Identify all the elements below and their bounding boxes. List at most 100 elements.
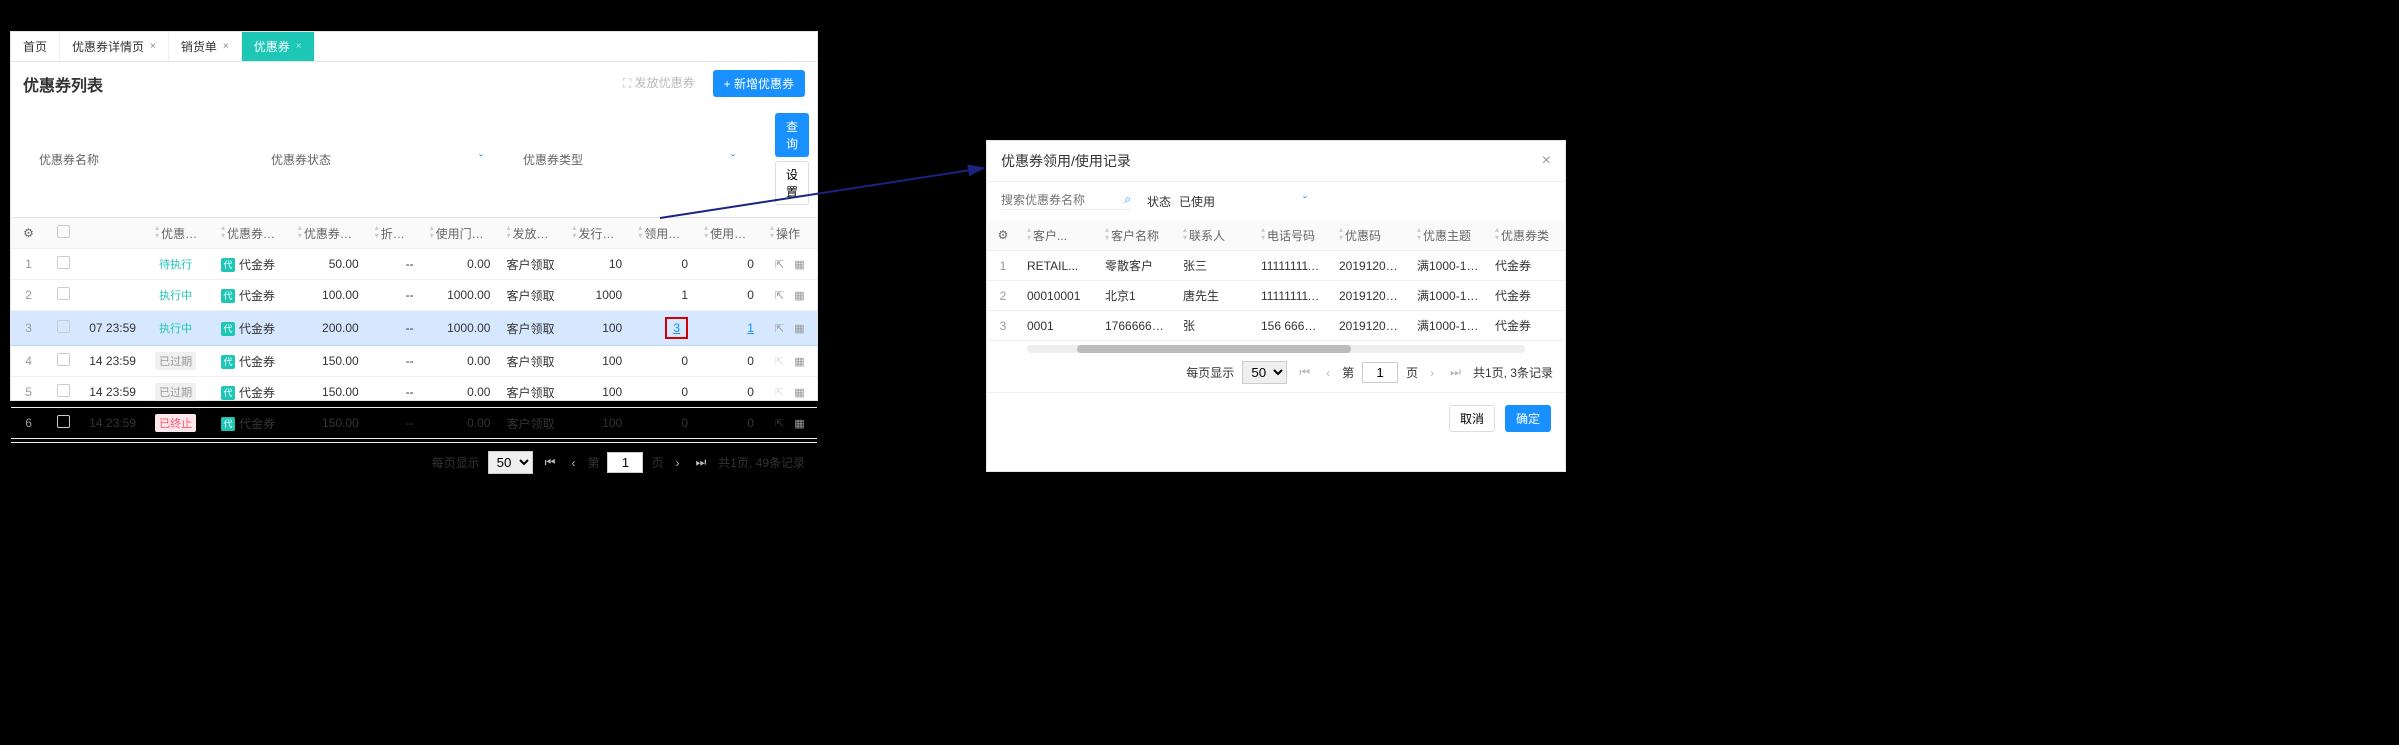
col-header[interactable]: ▴▾使用数量 bbox=[696, 218, 762, 249]
filter-status-select[interactable]: ˇ bbox=[343, 152, 483, 166]
row-checkbox[interactable] bbox=[46, 377, 81, 408]
col-header[interactable]: ▴▾发放方式 bbox=[498, 218, 564, 249]
row-checkbox[interactable] bbox=[46, 280, 81, 311]
row-checkbox[interactable] bbox=[46, 346, 81, 377]
pager-next-icon[interactable]: › bbox=[671, 456, 683, 470]
search-icon[interactable]: ⌕ bbox=[1124, 192, 1131, 207]
confirm-button[interactable]: 确定 bbox=[1505, 405, 1551, 432]
checkbox-header[interactable] bbox=[46, 218, 81, 249]
sort-icon[interactable]: ▴▾ bbox=[298, 224, 302, 240]
col-header[interactable]: ▴▾客户名称 bbox=[1097, 220, 1175, 251]
tab-优惠券[interactable]: 优惠券× bbox=[242, 32, 315, 61]
sort-icon[interactable]: ▴▾ bbox=[1339, 226, 1343, 242]
col-header[interactable]: ▴▾电话号码 bbox=[1253, 220, 1331, 251]
close-icon[interactable]: × bbox=[1542, 152, 1551, 170]
sort-icon[interactable]: ▴▾ bbox=[1417, 226, 1421, 242]
claimed-link[interactable]: 3 bbox=[673, 321, 680, 335]
sort-icon[interactable]: ▴▾ bbox=[430, 224, 434, 240]
settings-button[interactable]: 设置 bbox=[775, 161, 809, 205]
row-checkbox[interactable] bbox=[46, 408, 81, 439]
sort-icon[interactable]: ▴▾ bbox=[1495, 226, 1499, 242]
table-row[interactable]: 614 23:59已终止代代金券150.00--0.00客户领取10000⇱▦ bbox=[11, 408, 817, 439]
dialog-page-input[interactable] bbox=[1362, 362, 1398, 383]
filter-name-input[interactable] bbox=[111, 151, 231, 167]
col-header[interactable]: ▴▾客户... bbox=[1019, 220, 1097, 251]
qrcode-icon[interactable]: ▦ bbox=[792, 385, 806, 399]
tab-销货单[interactable]: 销货单× bbox=[169, 32, 242, 61]
table-row[interactable]: 1待执行代代金券50.00--0.00客户领取1000⇱▦ bbox=[11, 249, 817, 280]
voucher-icon: 代 bbox=[221, 386, 235, 400]
col-header[interactable]: ▴▾优惠券类 bbox=[1487, 220, 1565, 251]
col-header[interactable]: ▴▾折扣% bbox=[367, 218, 422, 249]
qrcode-icon[interactable]: ▦ bbox=[792, 257, 806, 271]
qrcode-icon[interactable]: ▦ bbox=[792, 416, 806, 430]
pager-first-icon[interactable]: ⏮ bbox=[541, 455, 560, 470]
share-icon[interactable]: ⇱ bbox=[772, 257, 786, 271]
col-header[interactable]: ▴▾发行数量 bbox=[564, 218, 630, 249]
dialog-per-page-select[interactable]: 50 bbox=[1242, 361, 1287, 384]
col-header[interactable]: ▴▾领用数量 bbox=[630, 218, 696, 249]
per-page-select[interactable]: 50 bbox=[488, 451, 533, 474]
gear-column[interactable]: ⚙ bbox=[987, 220, 1019, 251]
page-input[interactable] bbox=[607, 452, 643, 473]
close-icon[interactable]: × bbox=[150, 41, 156, 52]
pager-prev-icon[interactable]: ‹ bbox=[1322, 366, 1334, 380]
table-row[interactable]: 514 23:59已过期代代金券150.00--0.00客户领取10000⇱▦ bbox=[11, 377, 817, 408]
table-row[interactable]: 1RETAIL...零散客户张三111111111112019120 70...… bbox=[987, 251, 1565, 281]
sort-icon[interactable]: ▴▾ bbox=[572, 224, 576, 240]
table-row[interactable]: 414 23:59已过期代代金券150.00--0.00客户领取10000⇱▦ bbox=[11, 346, 817, 377]
filter-type-select[interactable]: ˇ bbox=[595, 152, 735, 166]
sort-icon[interactable]: ▴▾ bbox=[155, 224, 159, 240]
col-header[interactable]: ▴▾优惠券状态 bbox=[147, 218, 213, 249]
pager-prev-icon[interactable]: ‹ bbox=[567, 456, 579, 470]
customer-code-cell: 0001 bbox=[1019, 311, 1097, 341]
tab-首页[interactable]: 首页 bbox=[11, 32, 60, 61]
sort-icon[interactable]: ▴▾ bbox=[375, 224, 379, 240]
horizontal-scrollbar[interactable] bbox=[1027, 345, 1525, 353]
sort-icon[interactable]: ▴▾ bbox=[704, 224, 708, 240]
pager-first-icon[interactable]: ⏮ bbox=[1295, 365, 1314, 380]
table-row[interactable]: 2执行中代代金券100.00--1000.00客户领取100010⇱▦ bbox=[11, 280, 817, 311]
col-header[interactable]: ▴▾优惠码 bbox=[1331, 220, 1409, 251]
dialog-state-value[interactable]: 已使用 bbox=[1179, 193, 1215, 210]
table-row[interactable]: 200010001北京1唐先生111111111112019120 70...满… bbox=[987, 281, 1565, 311]
sort-icon[interactable]: ▴▾ bbox=[1261, 226, 1265, 242]
col-header[interactable]: ▴▾使用门槛... bbox=[422, 218, 499, 249]
filter-status-label: 优惠券状态 bbox=[271, 151, 331, 168]
qrcode-icon[interactable]: ▦ bbox=[792, 354, 806, 368]
col-header[interactable]: ▴▾联系人 bbox=[1175, 220, 1253, 251]
table-row[interactable]: 307 23:59执行中代代金券200.00--1000.00客户领取10031… bbox=[11, 311, 817, 346]
cancel-button[interactable]: 取消 bbox=[1449, 405, 1495, 432]
tab-优惠券详情页[interactable]: 优惠券详情页× bbox=[60, 32, 169, 61]
pager-last-icon[interactable]: ⏭ bbox=[1446, 365, 1465, 380]
sort-icon[interactable]: ▴▾ bbox=[1027, 226, 1031, 242]
search-button[interactable]: 查询 bbox=[775, 113, 809, 157]
qrcode-icon[interactable]: ▦ bbox=[792, 321, 806, 335]
sort-icon[interactable]: ▴▾ bbox=[506, 224, 510, 240]
row-checkbox[interactable] bbox=[46, 249, 81, 280]
qrcode-icon[interactable]: ▦ bbox=[792, 288, 806, 302]
dialog-search-input[interactable] bbox=[1001, 193, 1124, 207]
add-coupon-button[interactable]: + 新增优惠券 bbox=[713, 70, 805, 97]
sort-icon[interactable]: ▴▾ bbox=[221, 224, 225, 240]
close-icon[interactable]: × bbox=[223, 41, 229, 52]
sort-icon[interactable]: ▴▾ bbox=[770, 224, 774, 240]
share-icon[interactable]: ⇱ bbox=[772, 288, 786, 302]
gear-column[interactable]: ⚙ bbox=[11, 218, 46, 249]
dialog-search[interactable]: ⌕ bbox=[1001, 192, 1131, 210]
pager-last-icon[interactable]: ⏭ bbox=[691, 455, 710, 470]
row-checkbox[interactable] bbox=[46, 311, 81, 346]
table-row[interactable]: 3000117666666666张156 6666 6...2019120 70… bbox=[987, 311, 1565, 341]
share-icon[interactable]: ⇱ bbox=[772, 321, 786, 335]
used-link[interactable]: 1 bbox=[747, 321, 754, 335]
sort-icon[interactable]: ▴▾ bbox=[1105, 226, 1109, 242]
sort-icon[interactable]: ▴▾ bbox=[1183, 226, 1187, 242]
col-header[interactable]: ▴▾操作 bbox=[762, 218, 817, 249]
sort-icon[interactable]: ▴▾ bbox=[638, 224, 642, 240]
col-header[interactable]: ▴▾优惠券类型 bbox=[213, 218, 290, 249]
close-icon[interactable]: × bbox=[296, 41, 302, 52]
chevron-down-icon[interactable]: ˇ bbox=[1303, 194, 1307, 208]
col-header[interactable]: ▴▾优惠主题 bbox=[1409, 220, 1487, 251]
pager-next-icon[interactable]: › bbox=[1426, 366, 1438, 380]
col-header[interactable]: ▴▾优惠券面值 bbox=[290, 218, 367, 249]
